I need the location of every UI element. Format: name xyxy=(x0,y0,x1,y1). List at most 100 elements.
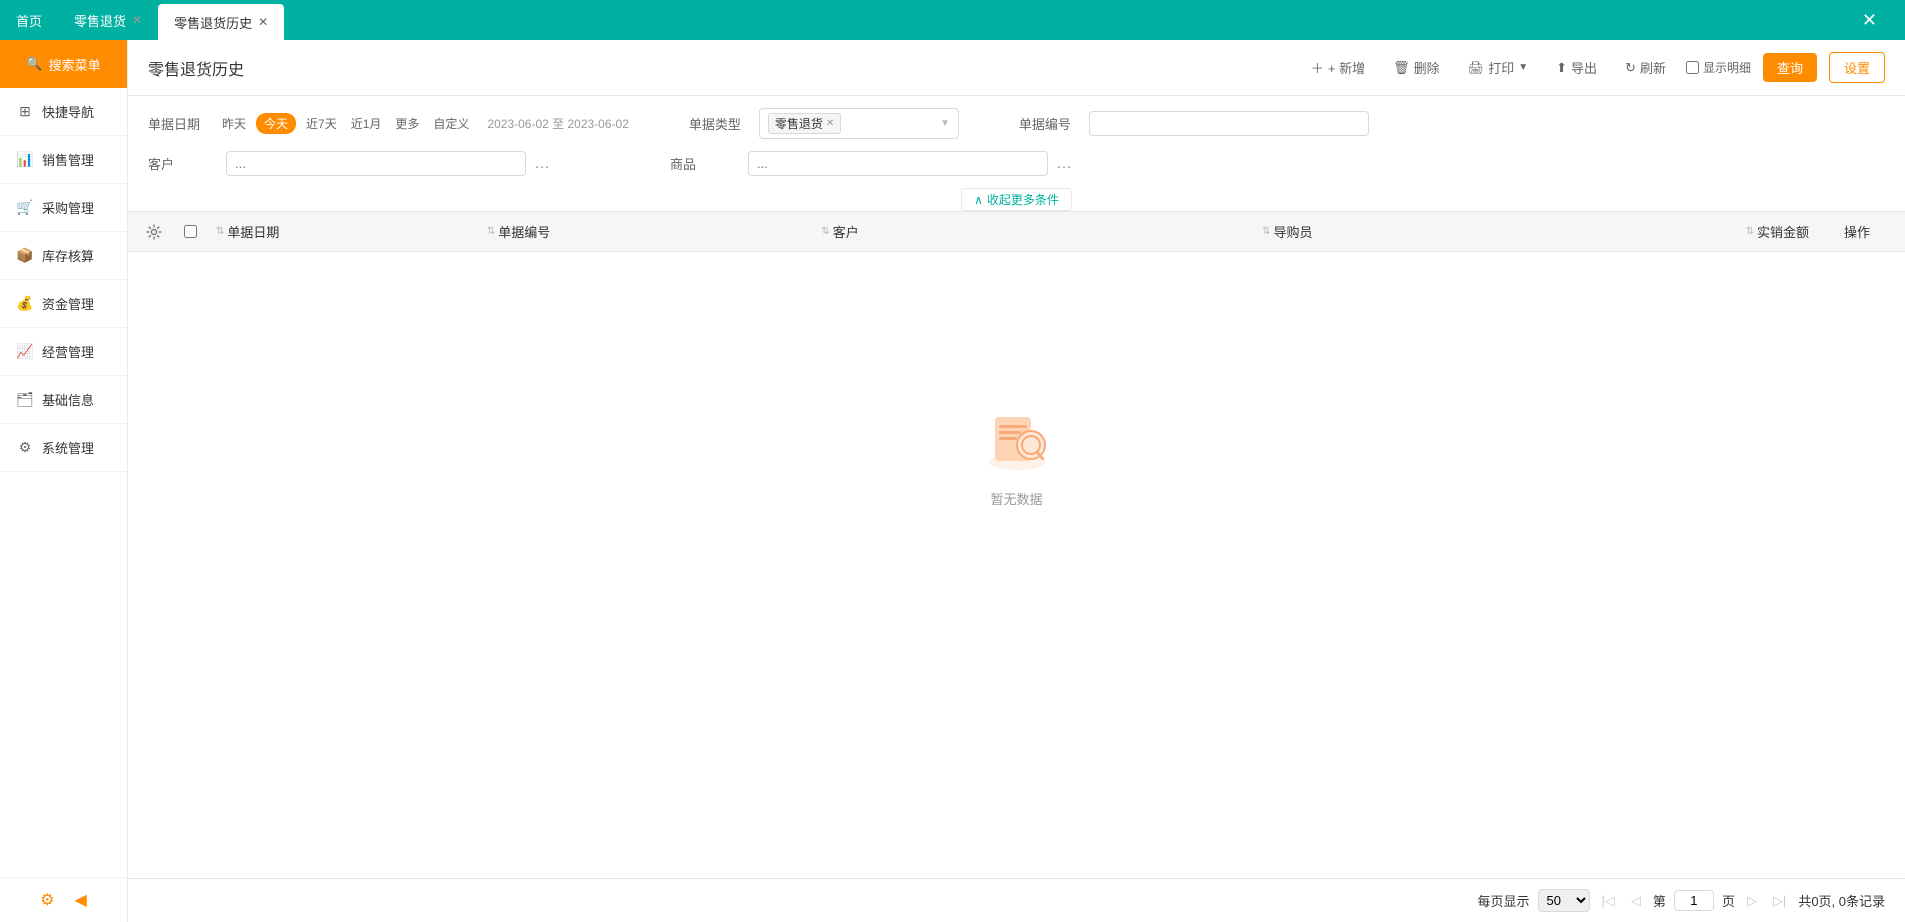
sales-mgmt-icon: 📊 xyxy=(16,151,34,169)
goods-dots[interactable]: … xyxy=(1056,155,1072,173)
last-page-button[interactable]: ▷| xyxy=(1769,891,1790,911)
th-date-sort-icon[interactable]: ⇅ xyxy=(216,226,224,237)
pagination: 每页显示 10 20 50 100 |◁ ◁ 第 页 ▷ ▷| 共0页, 0条记… xyxy=(128,878,1905,922)
table-area: ⇅ 单据日期 ⇅ 单据编号 ⇅ 客户 ⇅ 导购员 xyxy=(128,212,1905,878)
print-icon: 🖨 xyxy=(1468,60,1485,76)
filter-row1: 单据日期 昨天 今天 近7天 近1月 更多 自定义 2023-06-02 至 2… xyxy=(128,96,1905,143)
print-dropdown-icon: ▼ xyxy=(1518,62,1528,73)
page-size-select[interactable]: 10 20 50 100 xyxy=(1538,889,1590,912)
setting-button[interactable]: 设置 xyxy=(1829,52,1885,83)
refresh-label: 刷新 xyxy=(1640,58,1666,77)
date-opt-7days[interactable]: 近7天 xyxy=(302,113,341,134)
th-amount-sort-icon[interactable]: ⇅ xyxy=(1746,226,1754,237)
collapse-label: 收起更多条件 xyxy=(987,191,1059,208)
date-opt-custom[interactable]: 自定义 xyxy=(429,113,473,134)
th-code: ⇅ 单据编号 xyxy=(479,222,814,241)
sidebar-item-finance-mgmt[interactable]: 💰 资金管理 xyxy=(0,280,127,328)
th-customer-label: 客户 xyxy=(833,222,859,241)
sidebar-item-basic-info[interactable]: 🗂 基础信息 xyxy=(0,376,127,424)
tab-retail-return-history[interactable]: 零售退货历史 ✕ xyxy=(158,4,284,40)
search-icon: 🔍 xyxy=(26,56,42,72)
doc-no-filter-label: 单据编号 xyxy=(1019,114,1089,133)
page-unit: 页 xyxy=(1722,891,1735,910)
sidebar-item-purchase-mgmt[interactable]: 🛒 采购管理 xyxy=(0,184,127,232)
date-opt-yesterday[interactable]: 昨天 xyxy=(218,113,250,134)
ops-mgmt-icon: 📈 xyxy=(16,343,34,361)
purchase-mgmt-icon: 🛒 xyxy=(16,199,34,217)
doc-type-select[interactable]: 零售退货 ✕ ▼ xyxy=(759,108,959,139)
next-page-button[interactable]: ▷ xyxy=(1743,891,1761,911)
sidebar-item-sys-mgmt[interactable]: ⚙ 系统管理 xyxy=(0,424,127,472)
collapse-bar: ∧ 收起更多条件 xyxy=(128,188,1905,211)
customer-dots[interactable]: … xyxy=(534,155,550,173)
new-label: + 新增 xyxy=(1328,58,1365,77)
table-select-all-checkbox[interactable] xyxy=(172,225,208,238)
th-guide-label: 导购员 xyxy=(1273,222,1312,241)
print-button[interactable]: 🖨 打印 ▼ xyxy=(1460,54,1536,81)
quick-nav-icon: ⊞ xyxy=(16,103,34,121)
doc-no-input[interactable] xyxy=(1089,111,1369,136)
tab-retail-return-history-label: 零售退货历史 xyxy=(174,13,252,32)
content-area: 零售退货历史 ＋ + 新增 🗑 删除 🖨 打印 xyxy=(128,40,1905,922)
first-page-button[interactable]: |◁ xyxy=(1598,891,1619,911)
th-code-label: 单据编号 xyxy=(498,222,550,241)
tab-home[interactable]: 首页 xyxy=(0,0,58,40)
customer-input[interactable] xyxy=(226,151,526,176)
sidebar-item-basic-info-label: 基础信息 xyxy=(42,390,94,409)
tab-retail-return[interactable]: 零售退货 ✕ xyxy=(58,0,158,40)
sidebar-item-quick-nav[interactable]: ⊞ 快捷导航 xyxy=(0,88,127,136)
date-options: 昨天 今天 近7天 近1月 更多 自定义 2023-06-02 至 2023-0… xyxy=(218,113,629,134)
app-close-button[interactable]: ✕ xyxy=(1850,10,1889,30)
date-opt-today[interactable]: 今天 xyxy=(256,113,296,134)
collapse-button[interactable]: ∧ 收起更多条件 xyxy=(961,188,1072,211)
prev-page-button[interactable]: ◁ xyxy=(1627,891,1645,911)
inventory-calc-icon: 📦 xyxy=(16,247,34,265)
refresh-icon: ↻ xyxy=(1625,60,1636,76)
sidebar-settings-icon[interactable]: ⚙ xyxy=(40,890,54,910)
date-opt-1month[interactable]: 近1月 xyxy=(347,113,386,134)
sidebar-bottom: ⚙ ◀ xyxy=(0,877,127,922)
finance-mgmt-icon: 💰 xyxy=(16,295,34,313)
doc-type-tag-close[interactable]: ✕ xyxy=(826,118,834,129)
refresh-button[interactable]: ↻ 刷新 xyxy=(1617,54,1674,81)
th-code-sort-icon[interactable]: ⇅ xyxy=(487,226,495,237)
th-guide-sort-icon[interactable]: ⇅ xyxy=(1262,226,1270,237)
doc-type-tag: 零售退货 ✕ xyxy=(768,113,841,134)
sidebar-item-sales-mgmt[interactable]: 📊 销售管理 xyxy=(0,136,127,184)
show-detail-checkbox-label[interactable]: 显示明细 xyxy=(1686,59,1751,76)
sidebar-item-inventory-calc[interactable]: 📦 库存核算 xyxy=(0,232,127,280)
sidebar: 🔍 搜索菜单 ⊞ 快捷导航 📊 销售管理 🛒 采购管理 📦 库存核算 💰 xyxy=(0,40,128,922)
new-button[interactable]: ＋ + 新增 xyxy=(1303,54,1373,81)
show-detail-checkbox[interactable] xyxy=(1686,61,1699,74)
sidebar-item-ops-mgmt[interactable]: 📈 经营管理 xyxy=(0,328,127,376)
goods-input[interactable] xyxy=(748,151,1048,176)
delete-icon: 🗑 xyxy=(1393,60,1410,76)
doc-type-filter-label: 单据类型 xyxy=(689,114,759,133)
table-settings-icon[interactable] xyxy=(136,224,172,240)
select-all-input[interactable] xyxy=(184,225,197,238)
customer-filter-label: 客户 xyxy=(148,154,218,173)
delete-button[interactable]: 🗑 删除 xyxy=(1385,54,1448,81)
sys-mgmt-icon: ⚙ xyxy=(16,439,34,457)
goods-filter-item: 商品 … xyxy=(670,151,1072,176)
query-button[interactable]: 查询 xyxy=(1763,53,1817,82)
sidebar-collapse-icon[interactable]: ◀ xyxy=(75,890,87,910)
th-customer-sort-icon[interactable]: ⇅ xyxy=(821,226,829,237)
sidebar-search-label: 搜索菜单 xyxy=(49,55,101,74)
page-number-input[interactable] xyxy=(1674,890,1714,911)
toolbar: ＋ + 新增 🗑 删除 🖨 打印 ▼ ⬆ xyxy=(1303,52,1885,83)
page-title: 零售退货历史 xyxy=(148,56,1303,80)
new-icon: ＋ xyxy=(1311,58,1324,77)
date-opt-more[interactable]: 更多 xyxy=(391,113,423,134)
export-button[interactable]: ⬆ 导出 xyxy=(1548,54,1605,81)
sidebar-item-ops-mgmt-label: 经营管理 xyxy=(42,342,94,361)
page-header: 零售退货历史 ＋ + 新增 🗑 删除 🖨 打印 xyxy=(128,40,1905,96)
sidebar-search[interactable]: 🔍 搜索菜单 xyxy=(0,40,127,88)
doc-type-tag-label: 零售退货 xyxy=(775,115,823,132)
tab-retail-return-close[interactable]: ✕ xyxy=(132,13,142,27)
th-guide: ⇅ 导购员 xyxy=(1254,222,1589,241)
page-label: 第 xyxy=(1653,891,1666,910)
tab-retail-return-history-close[interactable]: ✕ xyxy=(258,15,268,29)
date-range-display: 2023-06-02 至 2023-06-02 xyxy=(487,115,628,132)
empty-text: 暂无数据 xyxy=(990,489,1042,508)
